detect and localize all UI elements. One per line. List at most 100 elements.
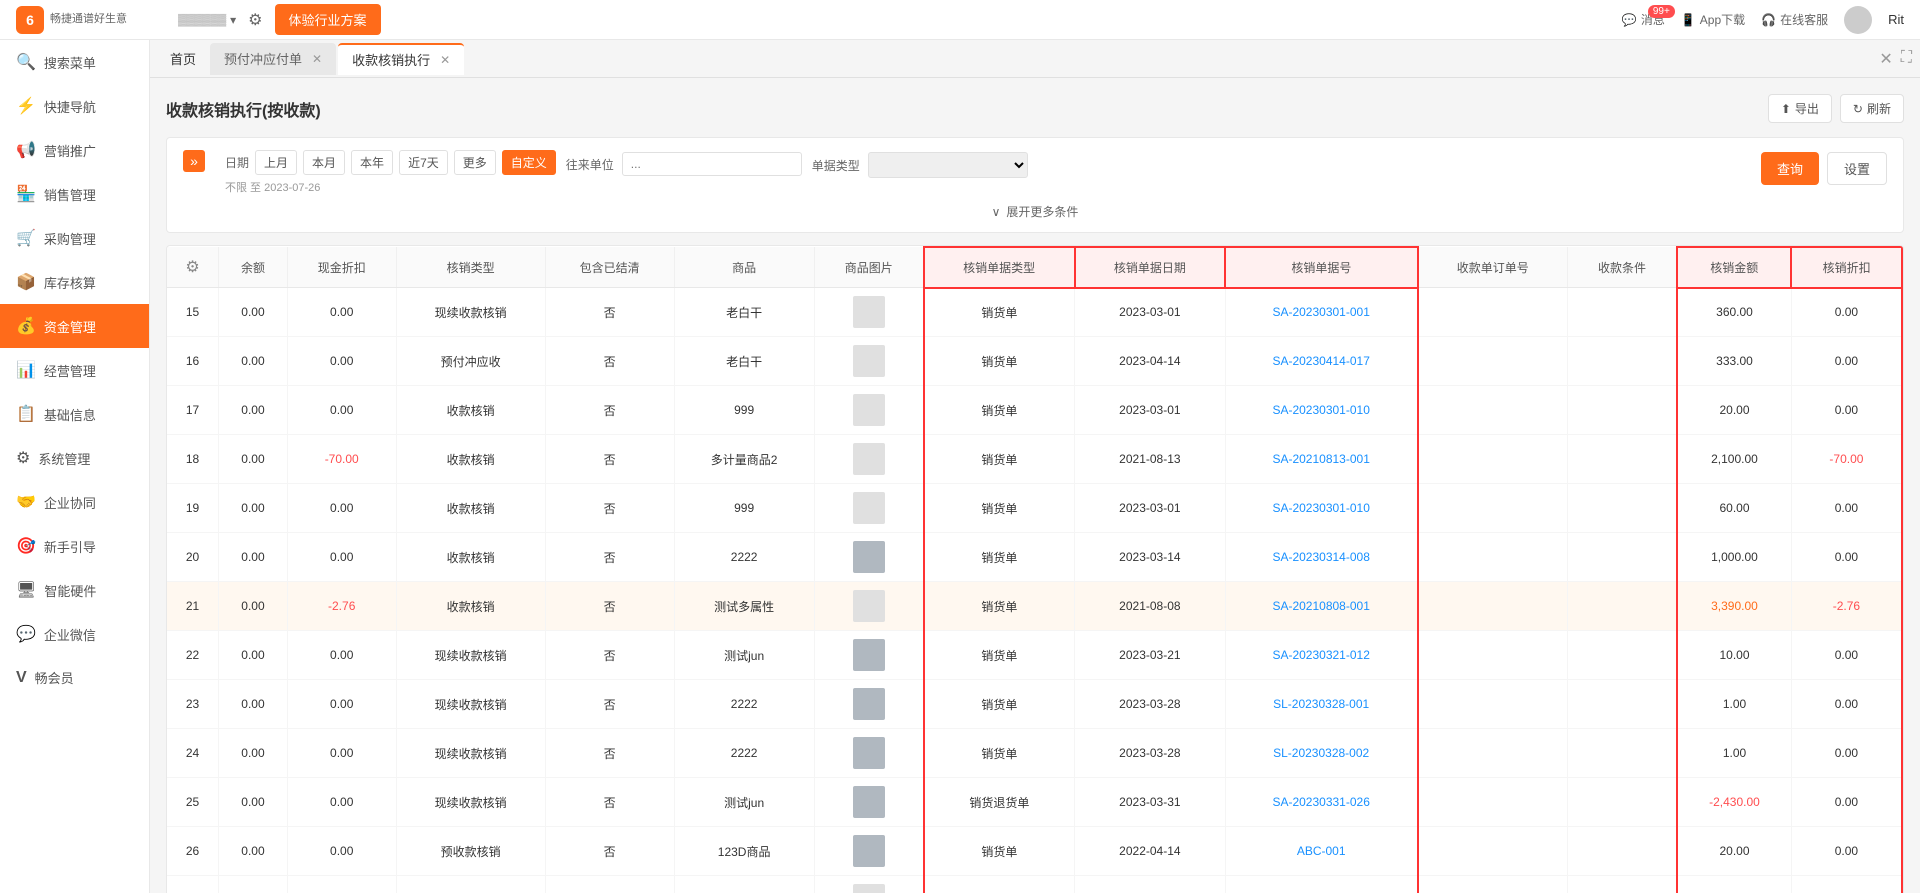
export-button[interactable]: ⬆ 导出 xyxy=(1768,94,1832,123)
td-verify-type: 现续收款核销 xyxy=(396,729,545,778)
tab-prepay-close-icon[interactable]: ✕ xyxy=(312,52,322,66)
td-bill-no[interactable]: SA-20230301-010 xyxy=(1225,386,1417,435)
query-button[interactable]: 查询 xyxy=(1761,152,1819,185)
td-receipt-order-no xyxy=(1418,827,1568,876)
td-include-settled: 否 xyxy=(545,680,674,729)
sidebar-item-wechat[interactable]: 💬 企业微信 xyxy=(0,612,149,656)
data-table-container: ⚙ 余额 现金折扣 核销类型 包含已结清 商品 商品图片 核销单据类型 核销单据… xyxy=(166,245,1904,893)
td-verify-discount: -70.00 xyxy=(1791,435,1902,484)
td-cash-discount: 0.00 xyxy=(287,631,396,680)
td-product-img xyxy=(814,386,924,435)
table-header-row: ⚙ 余额 现金折扣 核销类型 包含已结清 商品 商品图片 核销单据类型 核销单据… xyxy=(167,247,1902,288)
td-verify-amount: 100.00 xyxy=(1677,876,1791,893)
refresh-button[interactable]: ↻ 刷新 xyxy=(1840,94,1904,123)
td-receipt-condition xyxy=(1567,729,1677,778)
date-btn-7days[interactable]: 近7天 xyxy=(399,150,448,175)
td-verify-type: 预付冲应收 xyxy=(396,337,545,386)
filter-collapse-button[interactable]: » xyxy=(183,150,205,172)
date-btn-custom[interactable]: 自定义 xyxy=(502,150,556,175)
td-bill-no[interactable]: SA-20230321-012 xyxy=(1225,631,1417,680)
message-button[interactable]: 💬 消息 99+ xyxy=(1622,11,1665,28)
td-bill-no[interactable]: SA-20210808-001 xyxy=(1225,582,1417,631)
setting-button[interactable]: 设置 xyxy=(1827,152,1887,185)
th-settings[interactable]: ⚙ xyxy=(167,247,219,288)
td-balance: 0.00 xyxy=(219,435,288,484)
td-bill-no[interactable]: SA-20230331-026 xyxy=(1225,778,1417,827)
date-btn-this-year[interactable]: 本年 xyxy=(351,150,393,175)
data-table: ⚙ 余额 现金折扣 核销类型 包含已结清 商品 商品图片 核销单据类型 核销单据… xyxy=(167,246,1903,893)
sidebar-label-guide: 新手引导 xyxy=(44,537,96,556)
gear-icon[interactable]: ⚙ xyxy=(248,10,262,30)
sidebar-item-basic-info[interactable]: 📋 基础信息 xyxy=(0,392,149,436)
date-btn-this-month[interactable]: 本月 xyxy=(303,150,345,175)
td-bill-report-date: 2023-04-08 xyxy=(1075,876,1226,893)
tab-bar: 首页 预付冲应付单 ✕ 收款核销执行 ✕ ✕ ⛶ xyxy=(150,40,1920,78)
window-maximize-icon[interactable]: ⛶ xyxy=(1901,49,1912,69)
window-close-icon[interactable]: ✕ xyxy=(1879,49,1892,69)
td-bill-report-type: 销货单 xyxy=(924,288,1075,337)
td-bill-report-type: 销货单 xyxy=(924,631,1075,680)
td-product: 999 xyxy=(674,484,814,533)
app-download-label: App下载 xyxy=(1700,11,1745,28)
online-service-button[interactable]: 🎧 在线客服 xyxy=(1761,11,1828,28)
td-product-img xyxy=(814,337,924,386)
td-product-img xyxy=(814,827,924,876)
td-product: 老白干 xyxy=(674,337,814,386)
industry-button[interactable]: 体验行业方案 xyxy=(275,4,381,35)
td-verify-discount: 0.00 xyxy=(1791,386,1902,435)
td-bill-no[interactable]: SL-20230408-001 xyxy=(1225,876,1417,893)
refresh-label: 刷新 xyxy=(1867,100,1891,117)
sidebar-item-sales[interactable]: 🏪 销售管理 xyxy=(0,172,149,216)
td-bill-no[interactable]: SA-20230414-017 xyxy=(1225,337,1417,386)
tab-verify-close-icon[interactable]: ✕ xyxy=(440,53,450,67)
td-include-settled: 否 xyxy=(545,876,674,893)
sidebar-item-nav[interactable]: ⚡ 快捷导航 xyxy=(0,84,149,128)
app-download-button[interactable]: 📱 App下载 xyxy=(1681,11,1745,28)
tab-prepay[interactable]: 预付冲应付单 ✕ xyxy=(210,43,336,75)
sidebar-item-inventory[interactable]: 📦 库存核算 xyxy=(0,260,149,304)
expand-conditions-bar[interactable]: ∨ 展开更多条件 xyxy=(183,203,1887,220)
sidebar-item-marketing[interactable]: 📢 营销推广 xyxy=(0,128,149,172)
sidebar-item-search[interactable]: 🔍 搜索菜单 xyxy=(0,40,149,84)
sidebar-item-enterprise[interactable]: 🤝 企业协同 xyxy=(0,480,149,524)
date-filter-label: 日期 xyxy=(225,154,249,171)
workspace-dropdown[interactable]: ▓▓▓▓▓▓ ▾ xyxy=(178,13,236,27)
sidebar-item-guide[interactable]: 🎯 新手引导 xyxy=(0,524,149,568)
username-label: Rit xyxy=(1888,12,1904,27)
td-bill-no[interactable]: SA-20230314-008 xyxy=(1225,533,1417,582)
td-bill-report-date: 2023-03-01 xyxy=(1075,288,1226,337)
td-receipt-condition xyxy=(1567,435,1677,484)
tab-home[interactable]: 首页 xyxy=(158,49,208,68)
td-bill-no[interactable]: SA-20210813-001 xyxy=(1225,435,1417,484)
date-btn-more[interactable]: 更多 xyxy=(454,150,496,175)
td-include-settled: 否 xyxy=(545,288,674,337)
sidebar-item-system[interactable]: ⚙ 系统管理 xyxy=(0,436,149,480)
sales-icon: 🏪 xyxy=(16,184,36,204)
td-receipt-order-no xyxy=(1418,582,1568,631)
td-receipt-condition xyxy=(1567,582,1677,631)
sidebar-item-hardware[interactable]: 🖥 智能硬件 xyxy=(0,568,149,612)
td-bill-no[interactable]: SL-20230328-001 xyxy=(1225,680,1417,729)
tab-verify[interactable]: 收款核销执行 ✕ xyxy=(338,43,464,75)
td-product: 多计量商品2 xyxy=(674,435,814,484)
td-bill-no[interactable]: ABC-001 xyxy=(1225,827,1417,876)
sidebar-item-member[interactable]: V 畅会员 xyxy=(0,656,149,699)
td-receipt-condition xyxy=(1567,778,1677,827)
td-verify-discount: 0.00 xyxy=(1791,337,1902,386)
avatar[interactable] xyxy=(1844,6,1872,34)
from-unit-input[interactable] xyxy=(622,152,802,176)
td-bill-report-date: 2021-08-13 xyxy=(1075,435,1226,484)
th-product: 商品 xyxy=(674,247,814,288)
td-cash-discount: -2.76 xyxy=(287,582,396,631)
sidebar-item-finance[interactable]: 💰 资金管理 xyxy=(0,304,149,348)
sidebar-item-purchase[interactable]: 🛒 采购管理 xyxy=(0,216,149,260)
td-bill-no[interactable]: SL-20230328-002 xyxy=(1225,729,1417,778)
logo-text: 畅捷通谱好生意 xyxy=(50,12,127,26)
td-bill-no[interactable]: SA-20230301-001 xyxy=(1225,288,1417,337)
sidebar-item-operations[interactable]: 📊 经营管理 xyxy=(0,348,149,392)
bill-type-select[interactable] xyxy=(868,152,1028,178)
sidebar-label-basic-info: 基础信息 xyxy=(44,405,96,424)
td-receipt-order-no xyxy=(1418,631,1568,680)
date-btn-last-month[interactable]: 上月 xyxy=(255,150,297,175)
td-bill-no[interactable]: SA-20230301-010 xyxy=(1225,484,1417,533)
